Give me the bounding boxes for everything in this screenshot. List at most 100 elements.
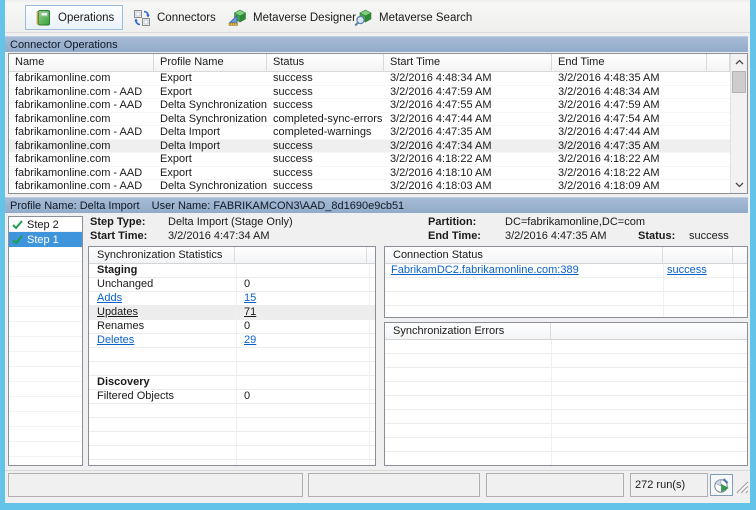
operations-icon [34, 9, 52, 27]
operations-scrollbar[interactable] [730, 54, 747, 193]
operations-row[interactable]: fabrikamonline.comDelta Importsuccess3/2… [9, 140, 730, 154]
sync-statistics-panel: Synchronization Statistics Staging Unchan… [88, 246, 376, 466]
tab-metaverse-search[interactable]: Metaverse Search [345, 5, 481, 30]
grid-line [733, 264, 734, 317]
statistic-label: Staging [97, 264, 137, 276]
scroll-down-icon[interactable] [731, 177, 747, 193]
statistic-row: Filtered Objects0 [89, 390, 375, 404]
statistic-label: Filtered Objects [97, 390, 174, 402]
connection-status-panel: Connection Status FabrikamDC2.fabrikamon… [384, 246, 748, 318]
status-panel-3 [486, 473, 624, 497]
step-list: Step 2 Step 1 [8, 216, 83, 466]
connector-operations-header: Connector Operations [5, 36, 748, 52]
connectors-icon [133, 9, 151, 27]
status-panel-2 [308, 473, 480, 497]
statistic-value: 0 [244, 278, 250, 290]
statistic-row[interactable]: Adds 15 [89, 292, 375, 306]
step-item-label: Step 2 [27, 219, 59, 231]
sync-statistics-title: Synchronization Statistics [89, 247, 235, 263]
sync-errors-panel: Synchronization Errors [384, 322, 748, 466]
start-time-label: Start Time: [90, 230, 147, 242]
grid-line [551, 340, 552, 465]
statistic-value[interactable]: 71 [244, 306, 256, 318]
statistic-label: Unchanged [97, 278, 153, 290]
column-header-start-time[interactable]: Start Time [384, 54, 552, 71]
tab-metaverse-search-label: Metaverse Search [379, 12, 472, 24]
column-header-profile-name[interactable]: Profile Name [154, 54, 267, 71]
column-header-filler [707, 54, 730, 71]
statistic-value: 0 [244, 320, 250, 332]
status-bar: 272 run(s) [5, 470, 750, 498]
metaverse-search-icon [354, 9, 373, 27]
sync-statistics-rows: Staging Unchanged 0 Adds 15 Updates 71 Renames 0… [89, 264, 375, 465]
run-count-panel: 272 run(s) [630, 473, 708, 497]
column-header-name[interactable]: Name [9, 54, 154, 71]
statistic-label[interactable]: Deletes [97, 334, 134, 346]
step-item[interactable]: Step 1 [9, 232, 82, 247]
check-icon [12, 220, 23, 230]
statistic-row: Unchanged 0 [89, 278, 375, 292]
tab-operations-label: Operations [58, 12, 114, 24]
step-item-label: Step 1 [27, 234, 59, 246]
step-item[interactable]: Step 2 [9, 217, 82, 232]
grid-line [236, 264, 237, 465]
run-statistics-icon [713, 477, 730, 494]
statistic-label[interactable]: Adds [97, 292, 122, 304]
connection-endpoint-link[interactable]: FabrikamDC2.fabrikamonline.com:389 [391, 264, 579, 276]
statistic-row[interactable]: Deletes 29 [89, 334, 375, 348]
tab-metaverse-designer-label: Metaverse Designer [253, 12, 356, 24]
partition-label: Partition: [428, 216, 476, 228]
scroll-up-icon[interactable] [731, 54, 747, 70]
operations-row[interactable]: fabrikamonline.com - AADDelta Synchroniz… [9, 180, 730, 193]
operations-row[interactable]: fabrikamonline.com - AADExportsuccess3/2… [9, 167, 730, 181]
connection-status-row: FabrikamDC2.fabrikamonline.com:389 succe… [385, 264, 747, 278]
status-label: Status: [638, 230, 675, 242]
window-content: Operations Connectors [5, 0, 750, 503]
grid-line [663, 264, 664, 317]
statistic-value[interactable]: 29 [244, 334, 256, 346]
statistic-row: Staging [89, 264, 375, 278]
tab-connectors[interactable]: Connectors [124, 5, 225, 30]
metaverse-designer-icon [228, 9, 247, 27]
operations-row[interactable]: fabrikamonline.comDelta Synchronizationc… [9, 113, 730, 127]
sync-service-manager-window: Operations Connectors [0, 0, 756, 510]
operations-row[interactable]: fabrikamonline.com - AADExportsuccess3/2… [9, 86, 730, 100]
statistic-label: Renames [97, 320, 144, 332]
end-time-label: End Time: [428, 230, 481, 242]
column-header-end-time[interactable]: End Time [552, 54, 707, 71]
operations-row[interactable]: fabrikamonline.comExportsuccess3/2/2016 … [9, 153, 730, 167]
step-type-value: Delta Import (Stage Only) [168, 216, 293, 228]
tab-metaverse-designer[interactable]: Metaverse Designer [219, 5, 365, 30]
status-panel-1 [8, 473, 303, 497]
profile-header-bar: Profile Name: Delta Import User Name: FA… [5, 197, 748, 213]
statistic-label: Discovery [97, 376, 150, 388]
operations-row[interactable]: fabrikamonline.comExportsuccess3/2/2016 … [9, 72, 730, 86]
check-icon [12, 235, 23, 245]
statistic-row[interactable]: Updates 71 [89, 306, 375, 320]
run-statistics-button[interactable] [710, 474, 733, 496]
tab-operations[interactable]: Operations [25, 5, 123, 30]
operations-rows: fabrikamonline.comExportsuccess3/2/2016 … [9, 72, 730, 193]
scrollbar-thumb[interactable] [732, 71, 746, 93]
operations-column-headers: Name Profile Name Status Start Time End … [9, 54, 730, 72]
connection-result-link[interactable]: success [667, 264, 707, 276]
statistic-row: Renames 0 [89, 320, 375, 334]
tab-connectors-label: Connectors [157, 12, 216, 24]
statistic-row [89, 348, 375, 362]
end-time-value: 3/2/2016 4:47:35 AM [505, 230, 607, 242]
operations-listview: Name Profile Name Status Start Time End … [8, 53, 748, 194]
statistic-value[interactable]: 15 [244, 292, 256, 304]
step-type-label: Step Type: [90, 216, 145, 228]
sync-errors-title: Synchronization Errors [385, 323, 551, 339]
column-header-status[interactable]: Status [267, 54, 384, 71]
statistic-row [89, 362, 375, 376]
operations-row[interactable]: fabrikamonline.com - AADDelta Importcomp… [9, 126, 730, 140]
operations-row[interactable]: fabrikamonline.com - AADDelta Synchroniz… [9, 99, 730, 113]
connection-status-title: Connection Status [385, 247, 663, 263]
resize-grip[interactable] [735, 479, 749, 497]
start-time-value: 3/2/2016 4:47:34 AM [168, 230, 270, 242]
toolbar: Operations Connectors [5, 2, 750, 33]
profile-name-text: Profile Name: Delta Import [10, 200, 140, 212]
statistic-label[interactable]: Updates [97, 306, 138, 318]
sync-statistics-value-header [235, 247, 367, 263]
